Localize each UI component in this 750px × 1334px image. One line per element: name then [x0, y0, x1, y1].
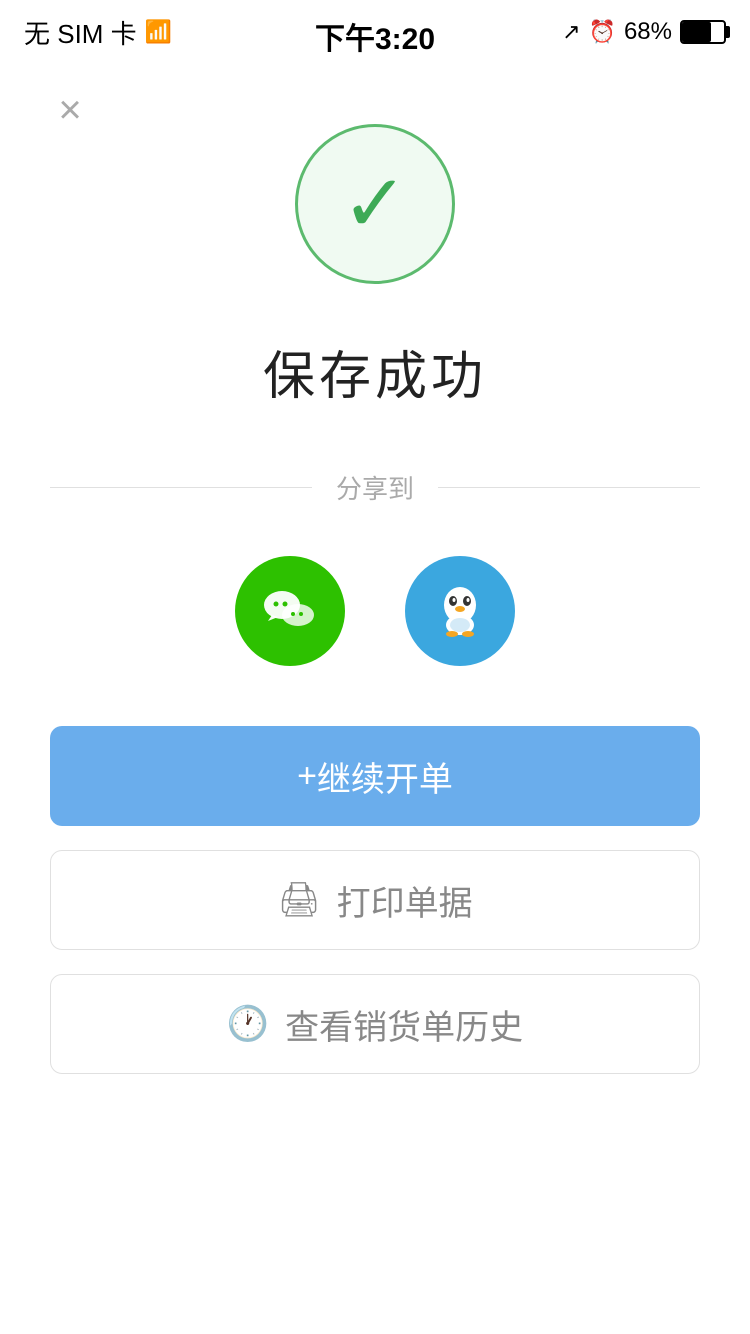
divider-line-left [50, 487, 312, 488]
print-label: 打印单据 [337, 876, 473, 925]
alarm-icon: ⏰ [589, 19, 616, 45]
status-right: ↗ ⏰ 68% [562, 18, 726, 46]
print-button[interactable]: 🖨 打印单据 [50, 850, 700, 950]
share-icons-row [235, 556, 515, 666]
no-sim-text: 无 SIM 卡 [24, 14, 137, 51]
history-button[interactable]: 🕐 查看销货单历史 [50, 974, 700, 1074]
qq-share-button[interactable] [405, 556, 515, 666]
main-content: ✓ 保存成功 分享到 [0, 64, 750, 1074]
divider-line-right [438, 487, 700, 488]
share-section: 分享到 [0, 469, 750, 666]
printer-icon: 🖨 [277, 880, 320, 920]
battery-bar-icon [680, 20, 726, 44]
plus-icon: + [297, 757, 317, 796]
status-bar: 无 SIM 卡 📶 下午3:20 ↗ ⏰ 68% [0, 0, 750, 64]
qq-icon [428, 579, 492, 643]
share-label: 分享到 [312, 469, 438, 506]
action-buttons: + 继续开单 🖨 打印单据 🕐 查看销货单历史 [0, 726, 750, 1074]
status-time: 下午3:20 [315, 14, 435, 58]
wifi-icon: 📶 [145, 19, 172, 45]
share-divider: 分享到 [0, 469, 750, 506]
continue-button[interactable]: + 继续开单 [50, 726, 700, 826]
battery-text: 68% [624, 18, 672, 46]
status-left: 无 SIM 卡 📶 [24, 14, 172, 51]
close-button[interactable]: × [40, 80, 100, 140]
wechat-share-button[interactable] [235, 556, 345, 666]
clock-icon: 🕐 [227, 1004, 269, 1044]
success-circle: ✓ [295, 124, 455, 284]
success-title: 保存成功 [263, 334, 487, 409]
continue-label: 继续开单 [317, 752, 453, 801]
wechat-icon [258, 579, 322, 643]
close-icon: × [58, 90, 81, 130]
history-label: 查看销货单历史 [285, 1000, 523, 1049]
checkmark-icon: ✓ [341, 164, 408, 244]
location-icon: ↗ [562, 19, 580, 45]
